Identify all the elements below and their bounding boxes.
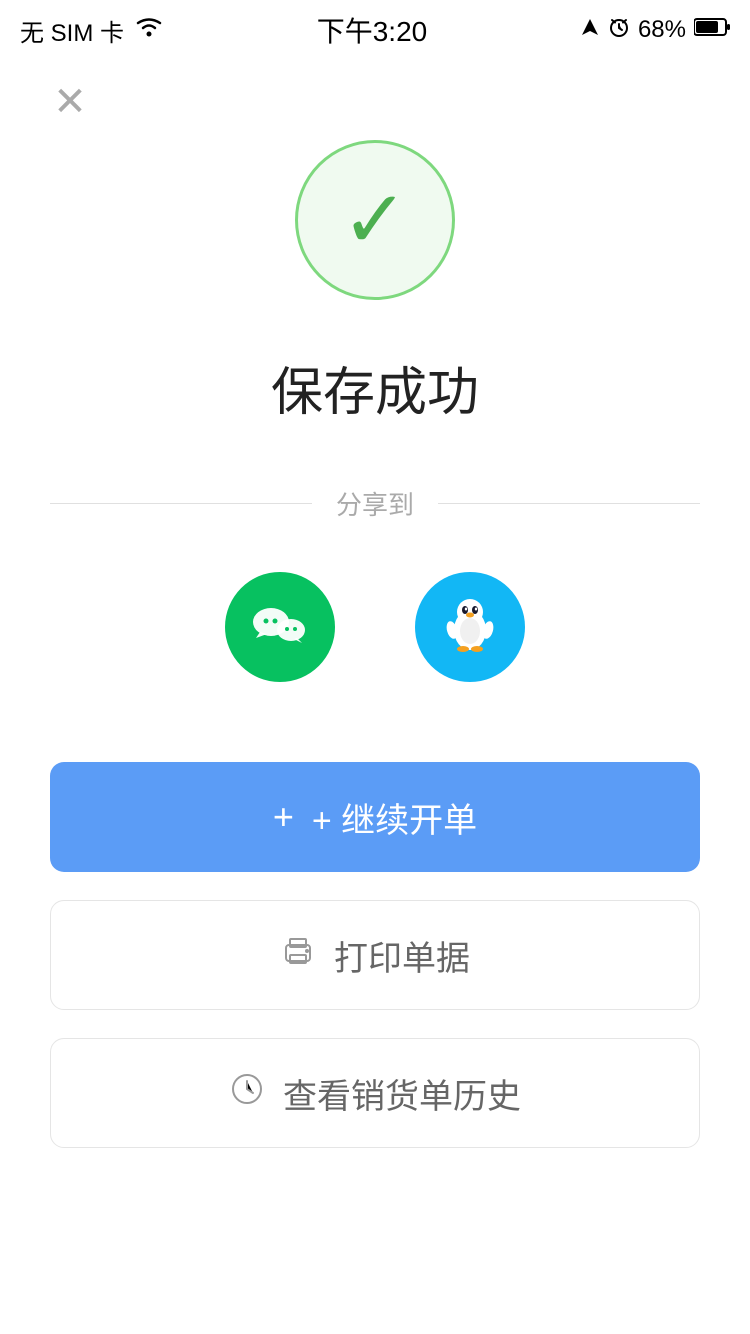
history-label: 查看销货单历史: [283, 1069, 521, 1118]
actions-section: + + 继续开单 打印单据 查看销货单历: [0, 762, 750, 1148]
alarm-icon: [608, 16, 630, 45]
close-button[interactable]: ✕: [40, 72, 100, 132]
clock-icon: [229, 1071, 265, 1116]
wechat-share-button[interactable]: [225, 572, 335, 682]
divider-line-left: [50, 503, 312, 504]
location-icon: [580, 16, 600, 44]
history-button[interactable]: 查看销货单历史: [50, 1038, 700, 1148]
continue-label: + 继续开单: [312, 793, 477, 842]
no-sim-text: 无 SIM 卡: [20, 13, 124, 48]
qq-share-button[interactable]: [415, 572, 525, 682]
share-label: 分享到: [312, 485, 438, 522]
share-divider: 分享到: [0, 485, 750, 522]
main-content: ✓ 保存成功 分享到: [0, 60, 750, 1148]
print-label: 打印单据: [334, 931, 470, 980]
qq-icon: [435, 592, 505, 662]
plus-icon: +: [273, 796, 294, 838]
battery-percent: 68%: [638, 16, 686, 44]
battery-icon: [694, 16, 730, 44]
status-right: 68%: [580, 16, 730, 45]
success-title: 保存成功: [271, 350, 479, 425]
close-x-icon: ✕: [53, 82, 87, 122]
status-left: 无 SIM 卡: [20, 13, 164, 48]
status-time: 下午3:20: [317, 10, 428, 50]
wechat-icon: [245, 592, 315, 662]
divider-line-right: [438, 503, 700, 504]
checkmark-icon: ✓: [341, 180, 408, 260]
success-circle: ✓: [295, 140, 455, 300]
status-bar: 无 SIM 卡 下午3:20 68%: [0, 0, 750, 60]
print-button[interactable]: 打印单据: [50, 900, 700, 1010]
print-icon: [280, 933, 316, 978]
share-row: [225, 572, 525, 682]
continue-button[interactable]: + + 继续开单: [50, 762, 700, 872]
wifi-icon: [134, 16, 164, 45]
